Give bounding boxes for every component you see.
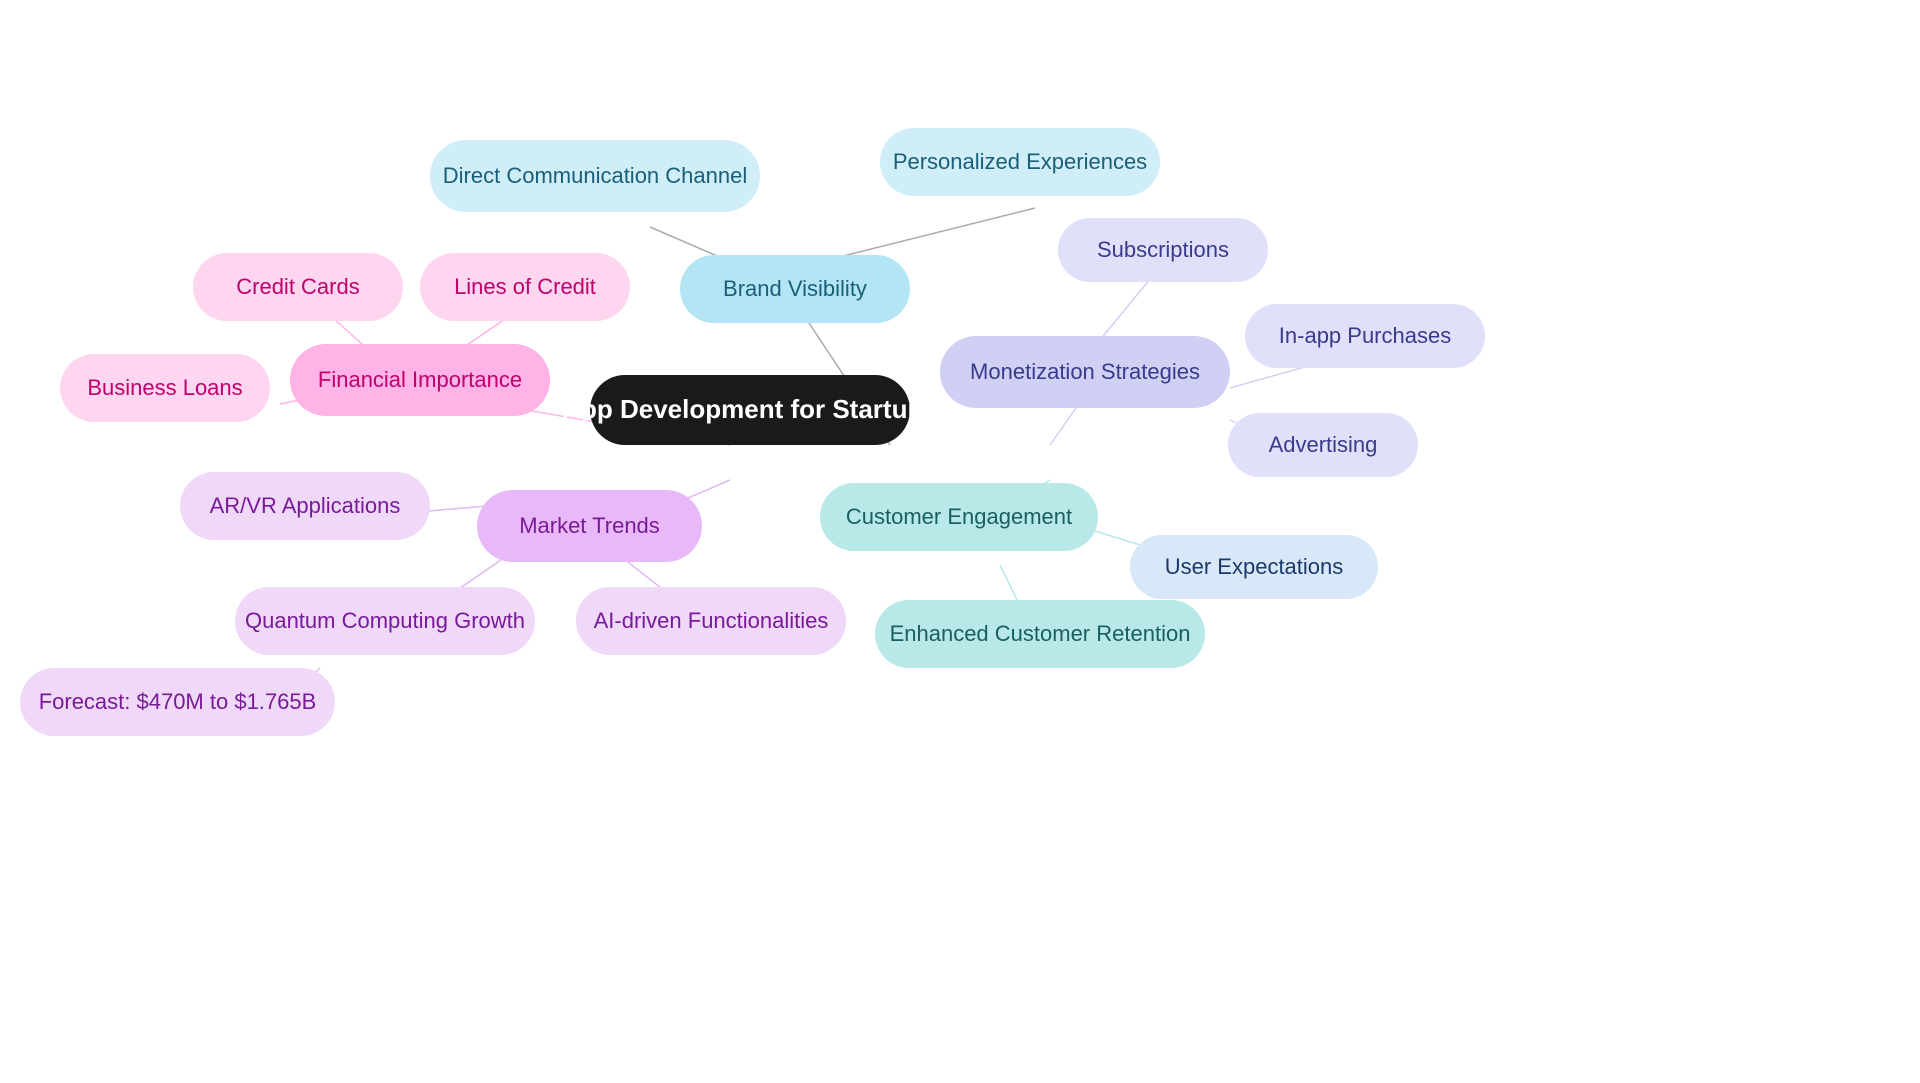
center-node: App Development for Startups xyxy=(590,375,910,445)
direct-comm-node: Direct Communication Channel xyxy=(430,140,760,212)
arvr-applications-node: AR/VR Applications xyxy=(180,472,430,540)
subscriptions-node: Subscriptions xyxy=(1058,218,1268,282)
market-trends-node: Market Trends xyxy=(477,490,702,562)
ai-driven-node: AI-driven Functionalities xyxy=(576,587,846,655)
business-loans-node: Business Loans xyxy=(60,354,270,422)
monetization-strategies-node: Monetization Strategies xyxy=(940,336,1230,408)
lines-of-credit-node: Lines of Credit xyxy=(420,253,630,321)
brand-visibility-node: Brand Visibility xyxy=(680,255,910,323)
quantum-computing-node: Quantum Computing Growth xyxy=(235,587,535,655)
personalized-exp-node: Personalized Experiences xyxy=(880,128,1160,196)
user-expectations-node: User Expectations xyxy=(1130,535,1378,599)
in-app-purchases-node: In-app Purchases xyxy=(1245,304,1485,368)
forecast-node: Forecast: $470M to $1.765B xyxy=(20,668,335,736)
advertising-node: Advertising xyxy=(1228,413,1418,477)
enhanced-retention-node: Enhanced Customer Retention xyxy=(875,600,1205,668)
financial-importance-node: Financial Importance xyxy=(290,344,550,416)
credit-cards-node: Credit Cards xyxy=(193,253,403,321)
customer-engagement-node: Customer Engagement xyxy=(820,483,1098,551)
